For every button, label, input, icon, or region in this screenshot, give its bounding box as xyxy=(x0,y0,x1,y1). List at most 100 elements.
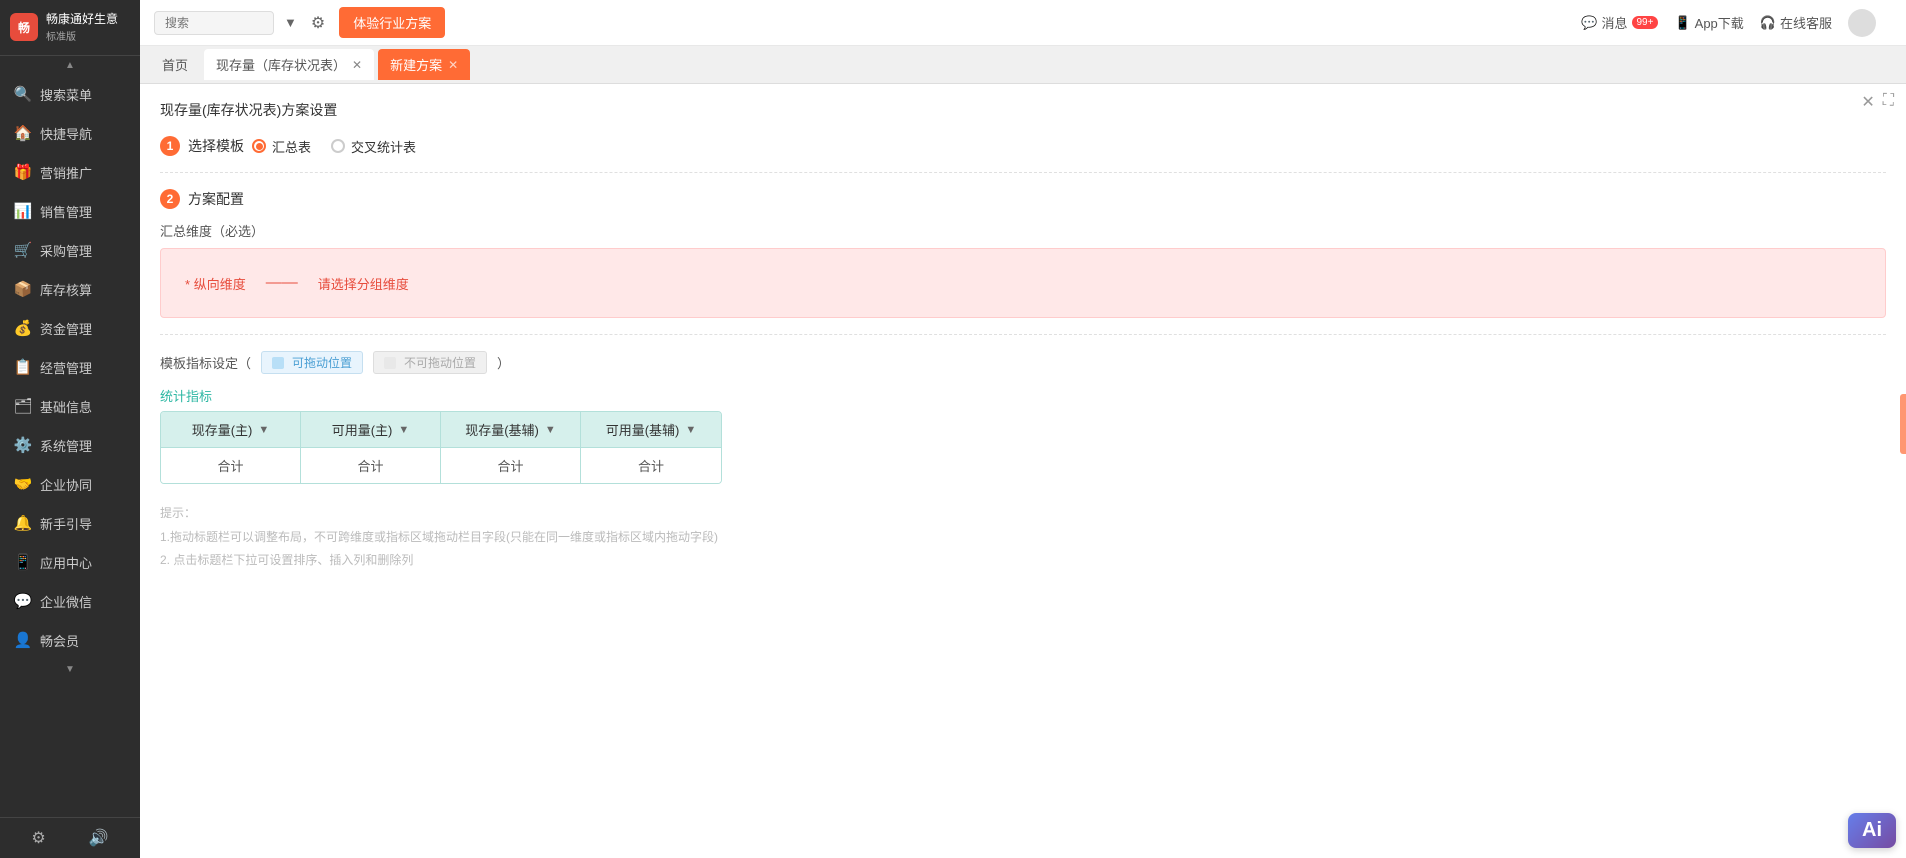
headset-icon: 🎧 xyxy=(1760,15,1776,31)
indicator-suffix: ） xyxy=(497,353,510,372)
sidebar-item-purchase[interactable]: 🛒 采购管理 xyxy=(0,231,140,270)
sidebar-item-label: 销售管理 xyxy=(40,202,92,221)
sidebar-item-label: 新手引导 xyxy=(40,514,92,533)
app-name: 畅康通好生意 xyxy=(46,12,118,28)
sidebar-item-marketing[interactable]: 🎁 营销推广 xyxy=(0,153,140,192)
template-radio-group: 汇总表 交叉统计表 xyxy=(252,137,416,156)
app-download-btn[interactable]: 📱 App下载 xyxy=(1674,13,1743,32)
sidebar-item-basic-info[interactable]: 🗂 基础信息 xyxy=(0,387,140,426)
home-icon: 🏠 xyxy=(14,124,32,142)
scroll-indicator xyxy=(1900,394,1906,454)
page-title: 现存量(库存状况表)方案设置 xyxy=(160,100,1886,120)
no-drag-badge: 不可拖动位置 xyxy=(373,351,487,374)
sidebar-scroll-up[interactable]: ▲ xyxy=(0,56,140,75)
message-icon: 💬 xyxy=(1581,15,1597,31)
gear-icon: ⚙️ xyxy=(14,436,32,454)
sidebar-item-label: 基础信息 xyxy=(40,397,92,416)
wechat-icon: 💬 xyxy=(14,592,32,610)
radio-summary[interactable]: 汇总表 xyxy=(252,137,311,156)
tip-item-1: 2. 点击标题栏下拉可设置排序、插入列和删除列 xyxy=(160,550,1886,572)
sidebar-item-search-menu[interactable]: 🔍 搜索菜单 xyxy=(0,75,140,114)
logo-icon: 畅 xyxy=(10,13,38,41)
tab-close-new-scheme[interactable]: ✕ xyxy=(448,58,458,72)
radio-cross[interactable]: 交叉统计表 xyxy=(331,137,416,156)
money-icon: 💰 xyxy=(14,319,32,337)
stats-table: 现存量(主) ▼ 可用量(主) ▼ 现存量(基辅) ▼ xyxy=(160,411,722,484)
sidebar-item-label: 企业微信 xyxy=(40,592,92,611)
tab-close-inventory[interactable]: ✕ xyxy=(352,58,362,72)
step2-section: 2 方案配置 汇总维度（必选） * 纵向维度 —— 请选择分组维度 xyxy=(160,189,1886,572)
stats-col-1[interactable]: 可用量(主) ▼ xyxy=(301,412,441,447)
topbar: ▼ ⚙ 体验行业方案 💬 消息 99+ 📱 App下载 🎧 在线客服 xyxy=(140,0,1906,46)
tips-text: 提示： 1.拖动标题栏可以调整布局，不可跨维度或指标区域拖动栏目字段(只能在同一… xyxy=(160,503,1886,572)
close-panel-icon[interactable]: ✕ xyxy=(1861,92,1874,112)
tab-inventory-status[interactable]: 现存量（库存状况表） ✕ xyxy=(204,49,374,80)
search-menu-icon: 🔍 xyxy=(14,85,32,103)
dimension-required-tag: * 纵向维度 xyxy=(185,274,246,293)
tab-new-scheme[interactable]: 新建方案 ✕ xyxy=(378,49,470,80)
tabbar: 首页 现存量（库存状况表） ✕ 新建方案 ✕ xyxy=(140,46,1906,84)
panel-controls: ✕ ⛶ xyxy=(1861,92,1894,112)
stats-col-2[interactable]: 现存量(基辅) ▼ xyxy=(441,412,581,447)
step2-num: 2 xyxy=(160,189,180,209)
radio-cross-circle xyxy=(331,139,345,153)
sidebar-item-label: 资金管理 xyxy=(40,319,92,338)
divider1 xyxy=(160,172,1886,173)
tip-item-0: 1.拖动标题栏可以调整布局，不可跨维度或指标区域拖动栏目字段(只能在同一维度或指… xyxy=(160,527,1886,549)
stats-data-1: 合计 xyxy=(301,447,441,483)
bell-icon: 🔔 xyxy=(14,514,32,532)
sidebar-item-member[interactable]: 👤 畅会员 xyxy=(0,621,140,660)
sidebar-item-label: 经营管理 xyxy=(40,358,92,377)
trial-btn[interactable]: 体验行业方案 xyxy=(339,7,445,38)
dimension-box[interactable]: * 纵向维度 —— 请选择分组维度 xyxy=(160,248,1886,318)
topbar-right: 💬 消息 99+ 📱 App下载 🎧 在线客服 xyxy=(1581,9,1892,37)
sidebar-item-label: 库存核算 xyxy=(40,280,92,299)
sidebar-item-label: 畅会员 xyxy=(40,631,79,650)
tab-home[interactable]: 首页 xyxy=(150,49,200,80)
settings-icon[interactable]: ⚙ xyxy=(31,828,45,848)
search-input[interactable] xyxy=(154,11,274,35)
stats-col-3[interactable]: 可用量(基辅) ▼ xyxy=(581,412,721,447)
sidebar-item-wechat[interactable]: 💬 企业微信 xyxy=(0,582,140,621)
sidebar-item-label: 营销推广 xyxy=(40,163,92,182)
sidebar-item-system[interactable]: ⚙️ 系统管理 xyxy=(0,426,140,465)
sidebar-item-guide[interactable]: 🔔 新手引导 xyxy=(0,504,140,543)
sidebar-item-label: 应用中心 xyxy=(40,553,92,572)
sidebar-item-cooperation[interactable]: 🤝 企业协同 xyxy=(0,465,140,504)
step1-header: 1 选择模板 汇总表 交叉统计表 xyxy=(160,136,1886,156)
stats-data-0: 合计 xyxy=(161,447,301,483)
sidebar-bottom: ⚙ 🔊 xyxy=(0,817,140,858)
sidebar-scroll-down[interactable]: ▼ xyxy=(0,660,140,679)
dropdown-icon[interactable]: ▼ xyxy=(284,15,297,30)
sidebar-item-label: 系统管理 xyxy=(40,436,92,455)
ai-badge[interactable]: Ai xyxy=(1848,813,1896,848)
tips-section: 提示： 1.拖动标题栏可以调整布局，不可跨维度或指标区域拖动栏目字段(只能在同一… xyxy=(160,503,1886,572)
chevron-down-col2: ▼ xyxy=(545,424,556,436)
sidebar-item-quick-nav[interactable]: 🏠 快捷导航 xyxy=(0,114,140,153)
stats-data-row: 合计 合计 合计 合计 xyxy=(161,447,721,483)
stats-col-0[interactable]: 现存量(主) ▼ xyxy=(161,412,301,447)
user-icon: 👤 xyxy=(14,631,32,649)
sidebar-item-label: 快捷导航 xyxy=(40,124,92,143)
message-badge: 99+ xyxy=(1632,16,1659,29)
sidebar-item-operations[interactable]: 📋 经营管理 xyxy=(0,348,140,387)
user-avatar xyxy=(1848,9,1876,37)
sidebar-item-finance[interactable]: 💰 资金管理 xyxy=(0,309,140,348)
online-service-btn[interactable]: 🎧 在线客服 xyxy=(1760,13,1832,32)
draggable-badge: 可拖动位置 xyxy=(261,351,363,374)
message-btn[interactable]: 💬 消息 99+ xyxy=(1581,13,1658,32)
app-logo: 畅 畅康通好生意 标准版 xyxy=(0,0,140,56)
mobile-download-icon: 📱 xyxy=(1674,15,1690,31)
indicator-label: 模板指标设定（ xyxy=(160,353,251,372)
sidebar-item-inventory[interactable]: 📦 库存核算 xyxy=(0,270,140,309)
topbar-gear-icon[interactable]: ⚙ xyxy=(311,13,325,33)
stats-data-3: 合计 xyxy=(581,447,721,483)
expand-panel-icon[interactable]: ⛶ xyxy=(1883,92,1894,112)
mobile-icon: 📱 xyxy=(14,553,32,571)
chart-icon: 📊 xyxy=(14,202,32,220)
sidebar-item-sales[interactable]: 📊 销售管理 xyxy=(0,192,140,231)
speaker-icon[interactable]: 🔊 xyxy=(89,828,109,848)
stats-section: 统计指标 现存量(主) ▼ 可用量(主) ▼ xyxy=(160,386,1886,487)
sidebar-item-app-center[interactable]: 📱 应用中心 xyxy=(0,543,140,582)
indicator-row: 模板指标设定（ 可拖动位置 不可拖动位置 ） xyxy=(160,351,1886,374)
